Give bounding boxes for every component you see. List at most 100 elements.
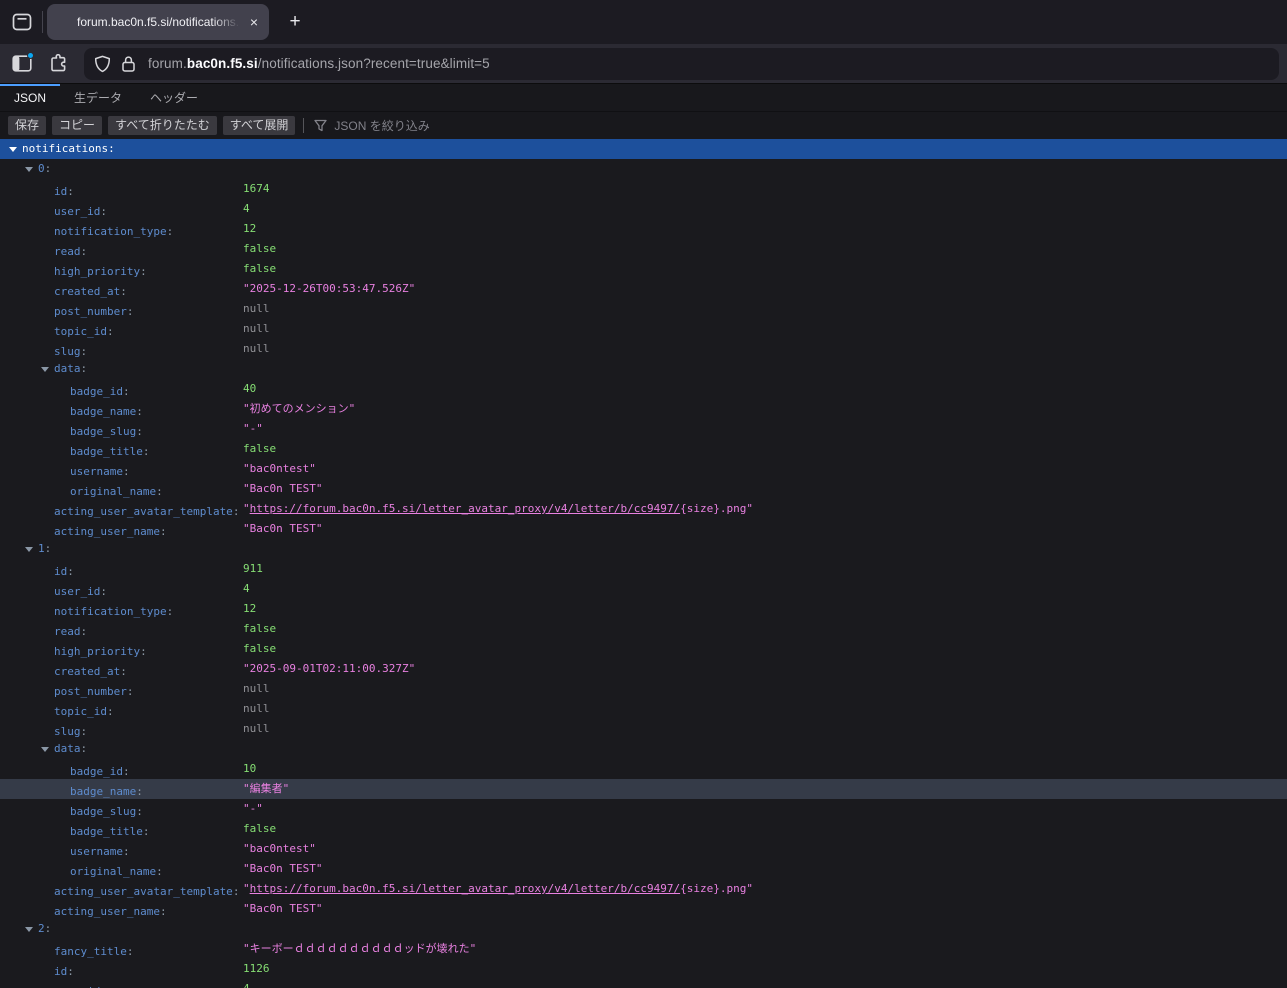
json-viewer-toolbar: 保存 コピー すべて折りたたむ すべて展開 JSON を絞り込み xyxy=(0,112,1287,139)
json-key: 1 xyxy=(38,542,45,555)
json-value: null xyxy=(243,682,270,695)
json-key: 0 xyxy=(38,162,45,175)
json-row[interactable]: badge_name: "初めてのメンション" xyxy=(0,399,1287,419)
tab-json[interactable]: JSON xyxy=(0,84,61,111)
value-url-link[interactable]: https://forum.bac0n.f5.si/letter_avatar_… xyxy=(250,502,680,515)
json-row[interactable]: user_id:4 xyxy=(0,979,1287,988)
json-row[interactable]: user_id:4 xyxy=(0,199,1287,219)
json-row[interactable]: fancy_title: "キーボーｄｄｄｄｄｄｄｄｄｄッドが壊れた" xyxy=(0,939,1287,959)
json-row[interactable]: badge_title: false xyxy=(0,439,1287,459)
json-row[interactable]: original_name: "Bac0n TEST" xyxy=(0,479,1287,499)
json-row[interactable]: read: false xyxy=(0,619,1287,639)
json-row[interactable]: high_priority: false xyxy=(0,259,1287,279)
key-colon: : xyxy=(44,922,52,935)
navigation-toolbar: forum.bac0n.f5.si/notifications.json?rec… xyxy=(0,44,1287,84)
firefox-view-button[interactable] xyxy=(8,8,36,36)
json-value: "-" xyxy=(243,802,263,815)
json-row[interactable]: badge_id:40 xyxy=(0,379,1287,399)
collapse-all-button[interactable]: すべて折りたたむ xyxy=(108,116,217,135)
json-key: data xyxy=(54,742,81,755)
tracking-protection-button[interactable] xyxy=(94,55,111,73)
json-row[interactable]: id:1674 xyxy=(0,179,1287,199)
json-row[interactable]: post_number: null xyxy=(0,299,1287,319)
json-value: null xyxy=(243,342,270,355)
json-row[interactable]: username: "bac0ntest" xyxy=(0,839,1287,859)
json-row[interactable]: username: "bac0ntest" xyxy=(0,459,1287,479)
twisty-down-icon[interactable] xyxy=(8,139,22,159)
new-tab-button[interactable]: + xyxy=(281,8,309,36)
twisty-down-icon[interactable] xyxy=(40,359,54,379)
json-value: "Bac0n TEST" xyxy=(243,522,323,535)
json-row[interactable]: badge_id:10 xyxy=(0,759,1287,779)
json-row[interactable]: badge_slug: "-" xyxy=(0,419,1287,439)
json-value: false xyxy=(243,642,277,655)
json-row[interactable]: id:1126 xyxy=(0,959,1287,979)
tab-headers[interactable]: ヘッダー xyxy=(136,84,212,111)
json-row[interactable]: post_number: null xyxy=(0,679,1287,699)
json-value: 911 xyxy=(243,562,263,575)
notification-dot xyxy=(27,51,34,59)
tab-raw-data[interactable]: 生データ xyxy=(60,84,136,111)
json-row[interactable]: 0: xyxy=(0,159,1287,179)
json-row[interactable]: id:911 xyxy=(0,559,1287,579)
json-value: "bac0ntest" xyxy=(243,842,316,855)
json-tree[interactable]: notifications:0: id:1674 user_id:4 notifica… xyxy=(0,139,1287,988)
url-prefix: forum. xyxy=(148,56,187,71)
json-row[interactable]: topic_id: null xyxy=(0,319,1287,339)
save-button[interactable]: 保存 xyxy=(8,116,47,135)
browser-tab-strip: forum.bac0n.f5.si/notifications.js × + xyxy=(0,0,1287,44)
json-key: notifications xyxy=(22,142,109,155)
json-row[interactable]: notification_type:12 xyxy=(0,599,1287,619)
tab-close-button[interactable]: × xyxy=(243,11,265,33)
json-row[interactable]: topic_id: null xyxy=(0,699,1287,719)
json-row[interactable]: original_name: "Bac0n TEST" xyxy=(0,859,1287,879)
json-key: data xyxy=(54,362,81,375)
json-value: false xyxy=(243,622,277,635)
json-value: 1126 xyxy=(243,962,270,975)
json-row[interactable]: acting_user_name: "Bac0n TEST" xyxy=(0,519,1287,539)
twisty-down-icon[interactable] xyxy=(40,739,54,759)
twisty-down-icon[interactable] xyxy=(24,539,38,559)
json-row[interactable]: acting_user_avatar_template: "https://for… xyxy=(0,879,1287,899)
json-value: "2025-12-26T00:53:47.526Z" xyxy=(243,282,416,295)
value-url-link[interactable]: https://forum.bac0n.f5.si/letter_avatar_… xyxy=(250,882,680,895)
json-row[interactable]: data: xyxy=(0,739,1287,759)
json-row[interactable]: badge_name: "編集者" xyxy=(0,779,1287,799)
url-bar[interactable]: forum.bac0n.f5.si/notifications.json?rec… xyxy=(84,47,1279,80)
json-value: false xyxy=(243,262,277,275)
json-row[interactable]: badge_title: false xyxy=(0,819,1287,839)
key-colon: : xyxy=(44,162,52,175)
sidebar-toggle-button[interactable] xyxy=(8,50,36,78)
json-row[interactable]: badge_slug: "-" xyxy=(0,799,1287,819)
browser-tab[interactable]: forum.bac0n.f5.si/notifications.js × xyxy=(47,4,269,40)
json-row[interactable]: notifications: xyxy=(0,139,1287,159)
json-row[interactable]: created_at: "2025-12-26T00:53:47.526Z" xyxy=(0,279,1287,299)
json-row[interactable]: high_priority: false xyxy=(0,639,1287,659)
json-value: false xyxy=(243,442,277,455)
json-row[interactable]: slug: null xyxy=(0,339,1287,359)
json-value: "初めてのメンション" xyxy=(243,402,356,415)
json-value: false xyxy=(243,822,277,835)
json-row[interactable]: read: false xyxy=(0,239,1287,259)
json-row[interactable]: 2: xyxy=(0,919,1287,939)
twisty-down-icon[interactable] xyxy=(24,159,38,179)
json-value: "bac0ntest" xyxy=(243,462,316,475)
copy-button[interactable]: コピー xyxy=(52,116,103,135)
json-row[interactable]: notification_type:12 xyxy=(0,219,1287,239)
json-value: "https://forum.bac0n.f5.si/letter_avatar… xyxy=(243,882,753,895)
json-row[interactable]: acting_user_avatar_template: "https://for… xyxy=(0,499,1287,519)
extensions-button[interactable] xyxy=(44,50,72,78)
expand-all-button[interactable]: すべて展開 xyxy=(222,116,296,135)
connection-security-button[interactable] xyxy=(121,55,136,73)
json-row[interactable]: slug: null xyxy=(0,719,1287,739)
key-colon: : xyxy=(108,142,115,155)
json-row[interactable]: data: xyxy=(0,359,1287,379)
json-row[interactable]: user_id:4 xyxy=(0,579,1287,599)
json-row[interactable]: acting_user_name: "Bac0n TEST" xyxy=(0,899,1287,919)
tab-raw-data-label: 生データ xyxy=(74,91,123,105)
key-colon: : xyxy=(44,542,52,555)
json-row[interactable]: created_at: "2025-09-01T02:11:00.327Z" xyxy=(0,659,1287,679)
json-row[interactable]: 1: xyxy=(0,539,1287,559)
filter-json-input[interactable]: JSON を絞り込み xyxy=(314,117,430,134)
twisty-down-icon[interactable] xyxy=(24,919,38,939)
